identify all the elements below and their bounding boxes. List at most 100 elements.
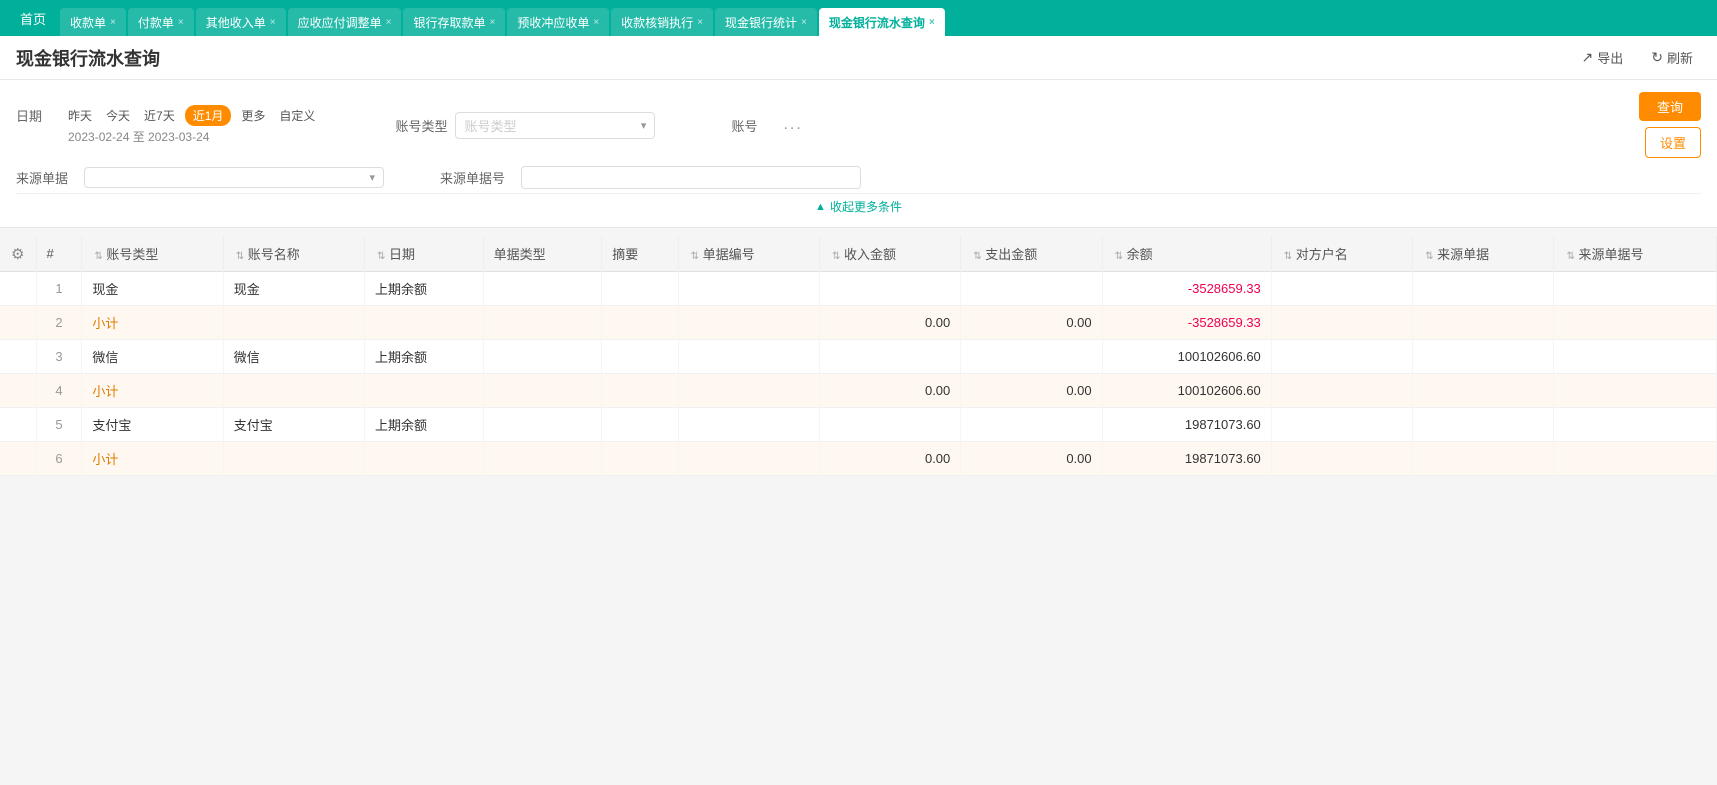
date-opt-custom[interactable]: 自定义 [275, 105, 319, 126]
row-summary [602, 340, 678, 374]
sort-icon-7: ⇅ [1115, 251, 1123, 262]
row-account-name [223, 442, 364, 476]
table-row: 6 小计 0.00 0.00 19871073.60 [0, 442, 1717, 476]
row-balance: 19871073.60 [1102, 408, 1271, 442]
row-expense [961, 340, 1102, 374]
sort-icon-2: ⇅ [236, 251, 244, 262]
row-income: 0.00 [819, 374, 960, 408]
source-doc-no-input[interactable] [521, 166, 861, 189]
row-settings-cell [0, 306, 36, 340]
sort-icon-4: ⇅ [691, 251, 699, 262]
row-doc-type [483, 442, 602, 476]
table-row: 4 小计 0.00 0.00 100102606.60 [0, 374, 1717, 408]
filter-row-source: 来源单据 ▾ 来源单据号 [16, 166, 1701, 189]
date-opt-yesterday[interactable]: 昨天 [64, 105, 96, 126]
col-income[interactable]: ⇅ 收入金额 [819, 236, 960, 272]
row-counterpart [1271, 306, 1412, 340]
row-doc-no [678, 442, 819, 476]
gear-icon[interactable]: ⚙ [11, 246, 24, 263]
row-summary [602, 306, 678, 340]
source-doc-label: 来源单据 [16, 168, 68, 187]
row-counterpart [1271, 408, 1412, 442]
col-summary: 摘要 [602, 236, 678, 272]
row-account-name [223, 306, 364, 340]
date-opt-today[interactable]: 今天 [102, 105, 134, 126]
row-source-doc [1413, 442, 1554, 476]
query-button[interactable]: 查询 [1639, 92, 1701, 121]
nav-home[interactable]: 首页 [8, 0, 58, 36]
row-account-name: 现金 [223, 272, 364, 306]
col-date[interactable]: ⇅ 日期 [365, 236, 484, 272]
top-nav: 首页 收款单×付款单×其他收入单×应收应付调整单×银行存取款单×预收冲应收单×收… [0, 0, 1717, 36]
col-expense[interactable]: ⇅ 支出金额 [961, 236, 1102, 272]
date-opt-more[interactable]: 更多 [237, 105, 269, 126]
col-source-doc-no[interactable]: ⇅ 来源单据号 [1554, 236, 1717, 272]
col-balance[interactable]: ⇅ 余额 [1102, 236, 1271, 272]
row-idx: 5 [36, 408, 82, 442]
row-doc-type [483, 374, 602, 408]
col-counterpart[interactable]: ⇅ 对方户名 [1271, 236, 1412, 272]
row-source-doc [1413, 374, 1554, 408]
row-account-type: 小计 [82, 306, 223, 340]
row-settings-cell [0, 408, 36, 442]
row-idx: 6 [36, 442, 82, 476]
row-source-doc-no [1554, 374, 1717, 408]
account-label: 账号 [731, 116, 771, 135]
col-doc-no[interactable]: ⇅ 单据编号 [678, 236, 819, 272]
row-doc-type [483, 272, 602, 306]
table-header-row: ⚙ # ⇅ 账号类型 ⇅ 账号名称 ⇅ 日期 单据类型 摘要 ⇅ 单据编号 [0, 236, 1717, 272]
row-doc-no [678, 272, 819, 306]
row-income [819, 272, 960, 306]
nav-tab-其他收入单[interactable]: 其他收入单× [196, 8, 286, 36]
row-source-doc-no [1554, 340, 1717, 374]
nav-tab-预收冲应收单[interactable]: 预收冲应收单× [507, 8, 609, 36]
row-balance: -3528659.33 [1102, 306, 1271, 340]
col-account-name[interactable]: ⇅ 账号名称 [223, 236, 364, 272]
row-idx: 4 [36, 374, 82, 408]
row-idx: 2 [36, 306, 82, 340]
more-dots[interactable]: ... [779, 116, 806, 134]
nav-tab-应收应付调整单[interactable]: 应收应付调整单× [288, 8, 402, 36]
collapse-bar[interactable]: ▲ 收起更多条件 [16, 193, 1701, 219]
nav-tab-银行存取款单[interactable]: 银行存取款单× [403, 8, 505, 36]
collapse-up-icon: ▲ [815, 201, 826, 213]
col-settings[interactable]: ⚙ [0, 236, 36, 272]
row-counterpart [1271, 442, 1412, 476]
sort-icon-10: ⇅ [1566, 251, 1574, 262]
table-wrapper: ⚙ # ⇅ 账号类型 ⇅ 账号名称 ⇅ 日期 单据类型 摘要 ⇅ 单据编号 [0, 236, 1717, 476]
collapse-label: 收起更多条件 [830, 198, 902, 215]
date-opt-1month[interactable]: 近1月 [185, 105, 232, 126]
nav-tab-现金银行统计[interactable]: 现金银行统计× [715, 8, 817, 36]
date-opt-7days[interactable]: 近7天 [140, 105, 179, 126]
export-button[interactable]: ↗ 导出 [1574, 44, 1632, 71]
row-settings-cell [0, 374, 36, 408]
source-doc-select[interactable]: ▾ [84, 167, 384, 188]
row-counterpart [1271, 272, 1412, 306]
row-source-doc-no [1554, 272, 1717, 306]
sort-icon-8: ⇅ [1284, 251, 1292, 262]
row-summary [602, 272, 678, 306]
date-label: 日期 [16, 106, 56, 125]
filter-row-date: 日期 昨天 今天 近7天 近1月 更多 自定义 2023-02-24 至 202… [16, 92, 1701, 158]
nav-tab-现金银行流水查询[interactable]: 现金银行流水查询× [819, 8, 945, 36]
row-source-doc-no [1554, 408, 1717, 442]
nav-tab-收款单[interactable]: 收款单× [60, 8, 126, 36]
row-doc-no [678, 306, 819, 340]
account-type-select[interactable]: 账号类型 ▾ [455, 112, 655, 139]
row-balance: 100102606.60 [1102, 374, 1271, 408]
row-doc-type [483, 306, 602, 340]
nav-tab-付款单[interactable]: 付款单× [128, 8, 194, 36]
header-actions: ↗ 导出 ↻ 刷新 [1574, 44, 1702, 71]
nav-tab-收款核销执行[interactable]: 收款核销执行× [611, 8, 713, 36]
row-expense [961, 408, 1102, 442]
row-expense: 0.00 [961, 306, 1102, 340]
col-source-doc[interactable]: ⇅ 来源单据 [1413, 236, 1554, 272]
main-table: ⚙ # ⇅ 账号类型 ⇅ 账号名称 ⇅ 日期 单据类型 摘要 ⇅ 单据编号 [0, 236, 1717, 476]
row-date: 上期余额 [365, 340, 484, 374]
row-source-doc [1413, 306, 1554, 340]
refresh-button[interactable]: ↻ 刷新 [1643, 44, 1701, 71]
settings-button[interactable]: 设置 [1645, 127, 1701, 158]
row-doc-no [678, 374, 819, 408]
row-date [365, 442, 484, 476]
col-account-type[interactable]: ⇅ 账号类型 [82, 236, 223, 272]
